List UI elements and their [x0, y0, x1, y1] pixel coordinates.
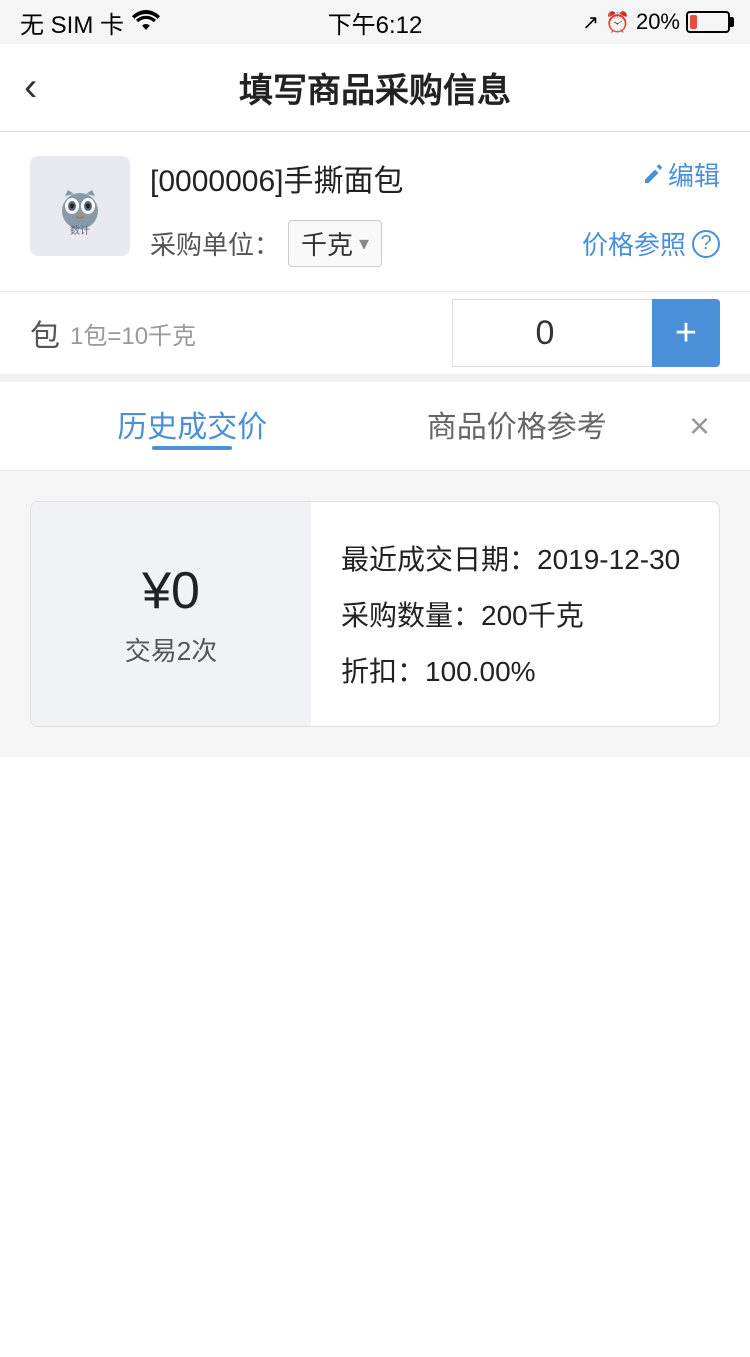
unit-badge: 包	[30, 311, 60, 355]
quantity-row: 包 1包=10千克 +	[0, 292, 750, 382]
owl-icon: 数计	[50, 176, 110, 236]
bottom-space	[0, 757, 750, 1357]
status-time: 下午6:12	[328, 5, 423, 40]
battery-text: 20%	[636, 9, 680, 35]
tab-history-price[interactable]: 历史成交价	[30, 402, 354, 450]
tab-active-indicator	[152, 446, 232, 450]
unit-select[interactable]: 千克 ▾	[288, 220, 382, 267]
alarm-icon: ⏰	[605, 10, 630, 35]
back-button[interactable]: ‹	[24, 65, 37, 110]
product-header: [0000006]手撕面包 编辑	[150, 156, 720, 200]
status-left: 无 SIM 卡	[20, 5, 160, 40]
tabs-container: 历史成交价 商品价格参考 ×	[0, 382, 750, 471]
quantity-unit-label: 包 1包=10千克	[30, 311, 196, 355]
status-right: ↗ ⏰ 20%	[582, 9, 730, 35]
quantity-input[interactable]	[452, 299, 652, 367]
history-trades: 交易2次	[125, 631, 217, 668]
product-thumbnail: 数计	[30, 156, 130, 256]
chevron-down-icon: ▾	[359, 231, 369, 256]
history-discount-row: 折扣：100.00%	[341, 650, 689, 690]
help-icon: ?	[692, 230, 720, 258]
edit-button[interactable]: 编辑	[642, 156, 720, 193]
history-card-right: 最近成交日期：2019-12-30 采购数量：200千克 折扣：100.00%	[311, 502, 719, 726]
history-date-row: 最近成交日期：2019-12-30	[341, 538, 689, 578]
unit-label: 采购单位：	[150, 225, 280, 262]
history-price: ¥0	[142, 561, 200, 621]
tabs-row: 历史成交价 商品价格参考 ×	[0, 382, 750, 470]
location-icon: ↗	[582, 10, 599, 35]
wifi-icon	[132, 8, 160, 37]
page-title: 填写商品采购信息	[239, 63, 511, 112]
svg-text:数计: 数计	[70, 224, 90, 236]
history-quantity-row: 采购数量：200千克	[341, 594, 689, 634]
history-card: ¥0 交易2次 最近成交日期：2019-12-30 采购数量：200千克 折扣：…	[30, 501, 720, 727]
tab-close-button[interactable]: ×	[679, 405, 720, 447]
battery-icon	[686, 11, 730, 33]
carrier-text: 无 SIM 卡	[20, 5, 124, 40]
quantity-input-wrap: +	[452, 299, 720, 367]
status-bar: 无 SIM 卡 下午6:12 ↗ ⏰ 20%	[0, 0, 750, 44]
history-content: ¥0 交易2次 最近成交日期：2019-12-30 采购数量：200千克 折扣：…	[0, 471, 750, 757]
price-reference-button[interactable]: 价格参照 ?	[582, 225, 720, 262]
tab-price-reference[interactable]: 商品价格参考	[354, 402, 678, 450]
nav-bar: ‹ 填写商品采购信息	[0, 44, 750, 132]
product-info: [0000006]手撕面包 编辑 采购单位： 千克 ▾ 价格参照 ?	[150, 156, 720, 267]
quantity-plus-button[interactable]: +	[652, 299, 720, 367]
product-unit-row: 采购单位： 千克 ▾ 价格参照 ?	[150, 220, 720, 267]
product-card: 数计 [0000006]手撕面包 编辑 采购单位： 千克 ▾	[0, 132, 750, 292]
history-card-left: ¥0 交易2次	[31, 502, 311, 726]
product-name: [0000006]手撕面包	[150, 156, 403, 200]
unit-hint: 1包=10千克	[70, 316, 196, 351]
